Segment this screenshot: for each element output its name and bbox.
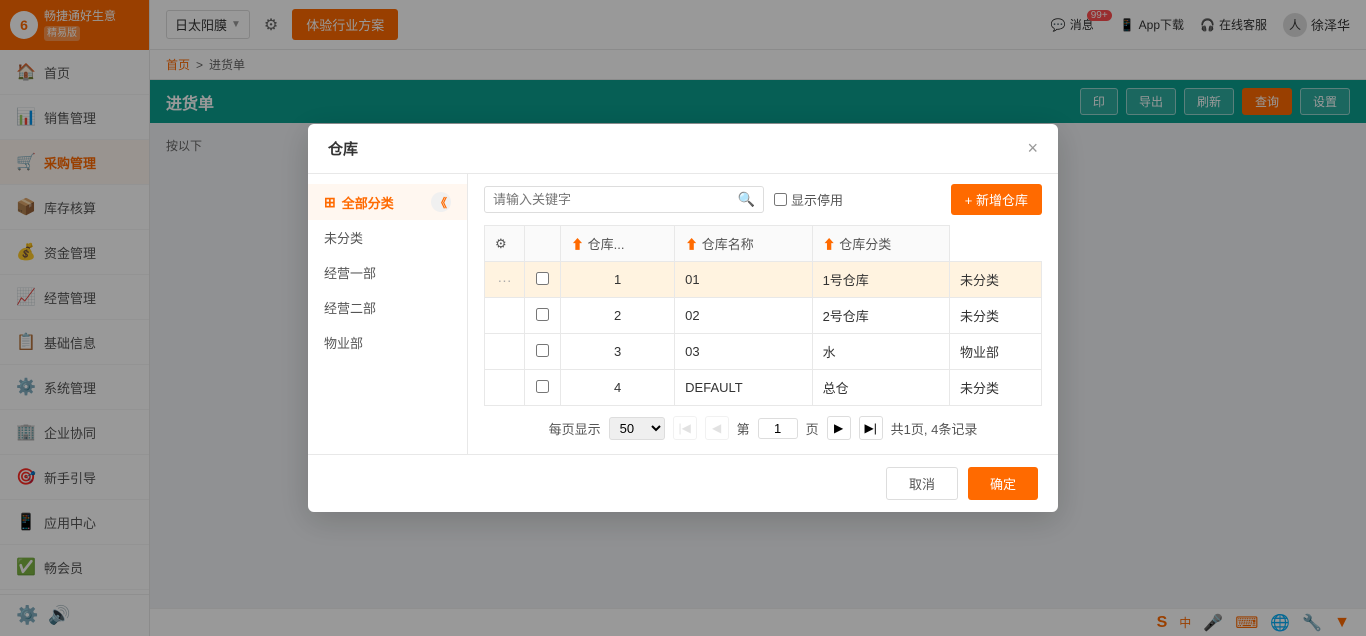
row-checkbox-cell — [525, 262, 561, 298]
collapse-button[interactable]: 《 — [431, 192, 451, 212]
add-warehouse-button[interactable]: + 新增仓库 — [951, 184, 1042, 215]
show-disabled-checkbox[interactable] — [774, 193, 787, 206]
pagination: 每页显示 50 10 20 100 |◀ ◀ 第 页 ▶ ▶| 共1页, 4条记… — [484, 406, 1042, 444]
modal-overlay: 仓库 × ⊞ 全部分类 《 未分类 经营一部 经营二部 物业部 — [0, 0, 1366, 636]
table-row[interactable]: ··· 1 01 1号仓库 未分类 — [485, 262, 1042, 298]
table-toolbar: 🔍 显示停用 + 新增仓库 — [484, 184, 1042, 215]
row-action-icon[interactable]: ··· — [498, 272, 512, 288]
per-page-label: 每页显示 — [549, 419, 601, 438]
row-category: 未分类 — [949, 298, 1041, 334]
search-input[interactable] — [493, 192, 738, 207]
col-header-name: ⬆ 仓库名称 — [675, 226, 812, 262]
row-name: 水 — [812, 334, 949, 370]
row-seq: 2 — [561, 298, 675, 334]
category-all-label: 全部分类 — [342, 193, 394, 212]
modal-footer: 取消 确定 — [308, 454, 1058, 512]
row-name: 1号仓库 — [812, 262, 949, 298]
category-item-ops1[interactable]: 经营一部 — [308, 255, 467, 290]
table-row[interactable]: 4 DEFAULT 总仓 未分类 — [485, 370, 1042, 406]
category-item-ops2[interactable]: 经营二部 — [308, 290, 467, 325]
row-checkbox[interactable] — [536, 380, 549, 393]
category-item-property[interactable]: 物业部 — [308, 325, 467, 360]
col-header-category: ⬆ 仓库分类 — [812, 226, 949, 262]
row-code: 01 — [675, 262, 812, 298]
row-name: 2号仓库 — [812, 298, 949, 334]
row-checkbox[interactable] — [536, 344, 549, 357]
sort-name-icon: ⬆ — [685, 237, 698, 252]
prev-page-button[interactable]: ◀ — [705, 416, 729, 440]
row-action-cell: ··· — [485, 262, 525, 298]
grid-icon: ⊞ — [324, 194, 336, 211]
row-seq: 3 — [561, 334, 675, 370]
row-code: 02 — [675, 298, 812, 334]
row-checkbox[interactable] — [536, 272, 549, 285]
page-label-suffix: 页 — [806, 419, 819, 438]
modal-body: ⊞ 全部分类 《 未分类 经营一部 经营二部 物业部 🔍 — [308, 174, 1058, 454]
table-row[interactable]: 3 03 水 物业部 — [485, 334, 1042, 370]
row-action-cell — [485, 370, 525, 406]
show-disabled-label: 显示停用 — [774, 190, 843, 209]
category-panel: ⊞ 全部分类 《 未分类 经营一部 经营二部 物业部 — [308, 174, 468, 454]
modal-header: 仓库 × — [308, 124, 1058, 174]
total-records: 共1页, 4条记录 — [891, 419, 978, 438]
row-seq: 1 — [561, 262, 675, 298]
row-action-cell — [485, 334, 525, 370]
row-category: 未分类 — [949, 370, 1041, 406]
warehouse-table: ⚙ ⬆ 仓库... ⬆ 仓库名称 — [484, 225, 1042, 406]
confirm-button[interactable]: 确定 — [968, 467, 1038, 500]
col-header-checkbox — [525, 226, 561, 262]
category-item-unclassified[interactable]: 未分类 — [308, 220, 467, 255]
search-box: 🔍 — [484, 186, 764, 213]
row-category: 物业部 — [949, 334, 1041, 370]
row-checkbox-cell — [525, 370, 561, 406]
page-input[interactable] — [758, 418, 798, 439]
last-page-button[interactable]: ▶| — [859, 416, 883, 440]
page-label-prefix: 第 — [737, 419, 750, 438]
row-name: 总仓 — [812, 370, 949, 406]
sort-icon: ⬆ — [571, 237, 584, 252]
col-header-code: ⬆ 仓库... — [561, 226, 675, 262]
row-checkbox-cell — [525, 334, 561, 370]
row-action-cell — [485, 298, 525, 334]
cancel-button[interactable]: 取消 — [886, 467, 958, 500]
category-all[interactable]: ⊞ 全部分类 《 — [308, 184, 467, 220]
row-code: 03 — [675, 334, 812, 370]
modal-title: 仓库 — [328, 138, 358, 159]
warehouse-modal: 仓库 × ⊞ 全部分类 《 未分类 经营一部 经营二部 物业部 — [308, 124, 1058, 512]
sort-cat-icon: ⬆ — [823, 237, 836, 252]
per-page-select[interactable]: 50 10 20 100 — [609, 417, 665, 440]
table-panel: 🔍 显示停用 + 新增仓库 ⚙ — [468, 174, 1058, 454]
row-code: DEFAULT — [675, 370, 812, 406]
row-checkbox[interactable] — [536, 308, 549, 321]
row-seq: 4 — [561, 370, 675, 406]
table-row[interactable]: 2 02 2号仓库 未分类 — [485, 298, 1042, 334]
modal-close-button[interactable]: × — [1027, 138, 1038, 159]
col-header-settings: ⚙ — [485, 226, 525, 262]
row-checkbox-cell — [525, 298, 561, 334]
row-category: 未分类 — [949, 262, 1041, 298]
next-page-button[interactable]: ▶ — [827, 416, 851, 440]
settings-col-icon: ⚙ — [495, 236, 507, 251]
search-icon: 🔍 — [738, 191, 755, 208]
first-page-button[interactable]: |◀ — [673, 416, 697, 440]
